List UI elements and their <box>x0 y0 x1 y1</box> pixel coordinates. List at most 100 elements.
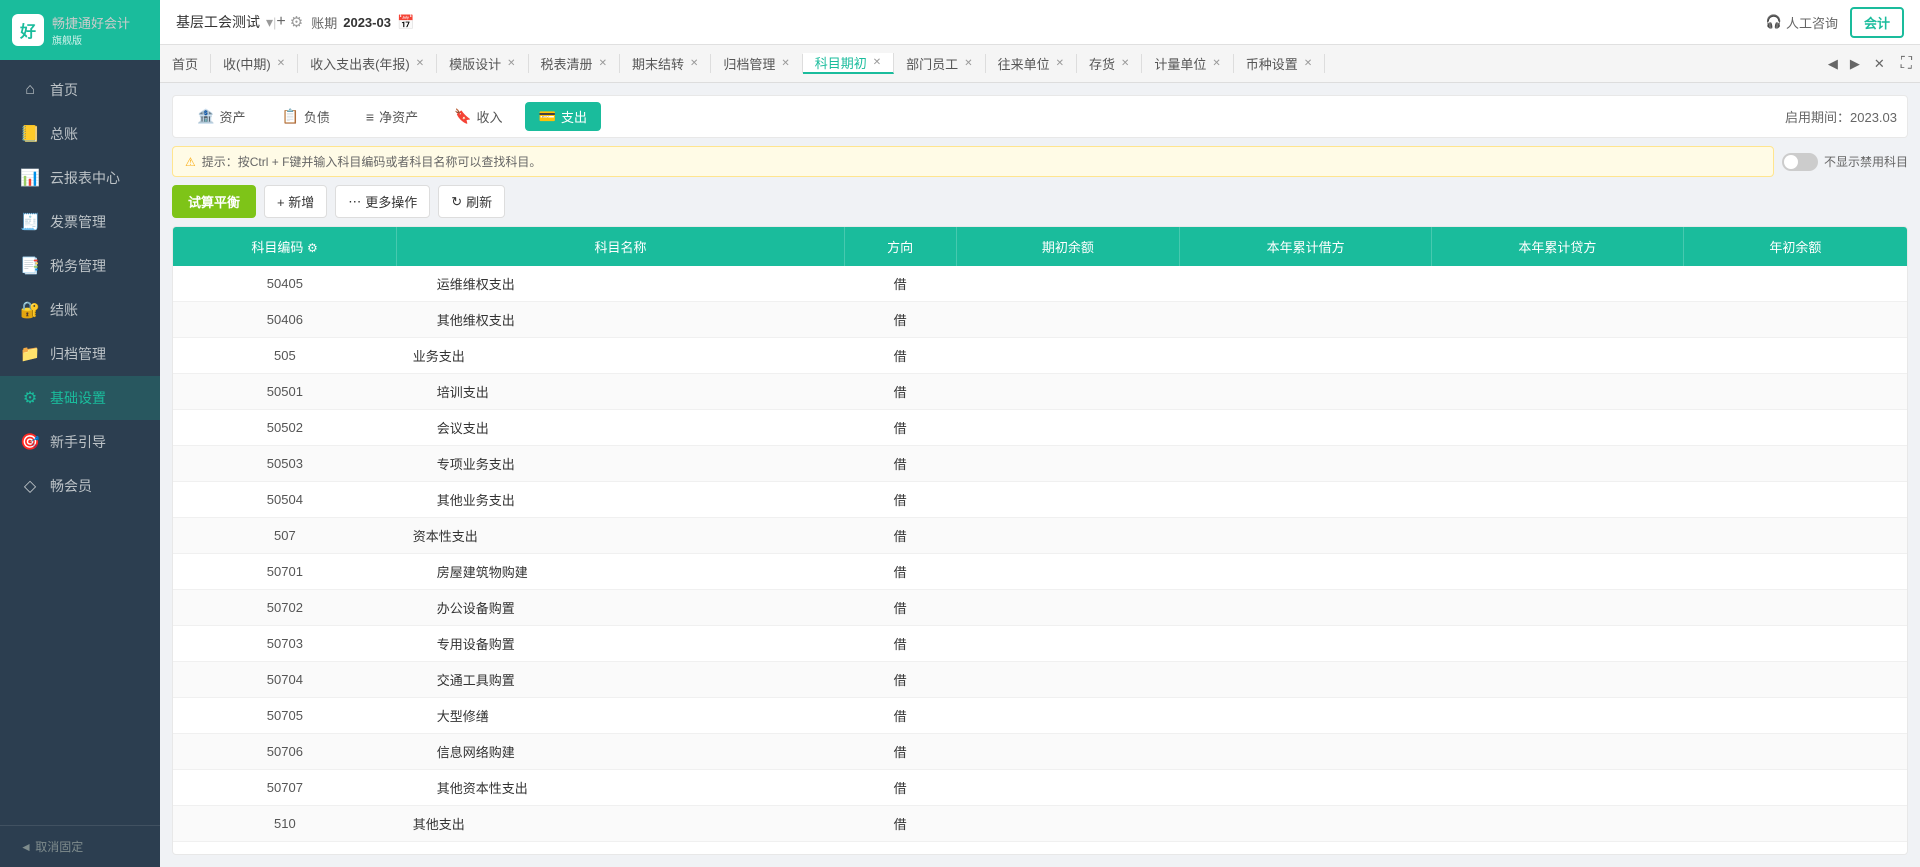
tab-label-unit: 计量单位 <box>1154 54 1206 73</box>
tab-currency[interactable]: 币种设置✕ <box>1234 54 1325 73</box>
cell-name: 会议支出 <box>397 410 844 446</box>
table-scroll-area[interactable]: 50405运维维权支出借50406其他维权支出借505业务支出借50501培训支… <box>173 266 1907 854</box>
sidebar-item-guide[interactable]: 🎯新手引导 <box>0 420 160 464</box>
tab-prev-btn[interactable]: ◀ <box>1822 56 1844 72</box>
tab-inventory[interactable]: 存货 ✕ <box>1077 54 1142 73</box>
cell-name: 办公设备购置 <box>397 590 844 626</box>
table-header: 科目编码 ⚙科目名称方向期初余额本年累计借方本年累计贷方年初余额 <box>173 227 1907 266</box>
cell-credit <box>1432 302 1684 338</box>
cell-period-balance <box>956 518 1180 554</box>
tab-home[interactable]: 首页 <box>160 54 211 73</box>
table-row[interactable]: 50705大型修缮借 <box>173 698 1907 734</box>
sidebar-label-tax: 税务管理 <box>50 256 106 276</box>
add-button[interactable]: + 新增 <box>264 185 327 218</box>
tab-label-template: 模版设计 <box>449 54 501 73</box>
cell-period-balance <box>956 374 1180 410</box>
cell-period-balance <box>956 554 1180 590</box>
balance-button[interactable]: 试算平衡 <box>172 185 256 218</box>
sidebar-item-home[interactable]: ⌂首页 <box>0 68 160 112</box>
toolbar-right: 不显示禁用科目 <box>1782 153 1908 171</box>
table-row[interactable]: 50701房屋建筑物购建借 <box>173 554 1907 590</box>
nav-icon-guide: 🎯 <box>20 432 40 452</box>
sidebar-item-closing[interactable]: 🔐结账 <box>0 288 160 332</box>
tab-close-dept[interactable]: ✕ <box>964 58 972 69</box>
sidebar-item-tax[interactable]: 📑税务管理 <box>0 244 160 288</box>
table-row[interactable]: 50707其他资本性支出借 <box>173 770 1907 806</box>
table-row[interactable]: 505业务支出借 <box>173 338 1907 374</box>
tab-subject_init[interactable]: 科目期初✕ <box>803 53 894 74</box>
sidebar-collapse-btn[interactable]: ◄ 取消固定 <box>0 825 160 867</box>
tab-archive[interactable]: 归档管理✕ <box>711 54 802 73</box>
table-row[interactable]: 50702办公设备购置借 <box>173 590 1907 626</box>
table-row[interactable]: 50406其他维权支出借 <box>173 302 1907 338</box>
sidebar-item-member[interactable]: ◇畅会员 <box>0 464 160 508</box>
tab-close-currency[interactable]: ✕ <box>1304 58 1312 69</box>
tab-dept[interactable]: 部门员工✕ <box>894 54 985 73</box>
tab-close-tax[interactable]: ✕ <box>599 58 607 69</box>
tab-close-income[interactable]: ✕ <box>416 58 424 69</box>
expand-tabs-btn[interactable]: ⛶ <box>1893 45 1920 82</box>
account-button[interactable]: 会计 <box>1850 7 1904 38</box>
add-company-btn[interactable]: + <box>276 13 285 31</box>
table-row[interactable]: 50504其他业务支出借 <box>173 482 1907 518</box>
cell-code: 510 <box>173 806 397 842</box>
subtab-expenditure[interactable]: 💳支出 <box>525 102 601 131</box>
tab-close-interim[interactable]: ✕ <box>277 58 285 69</box>
table-row[interactable]: 510其他支出借 <box>173 806 1907 842</box>
table-row[interactable]: 50405运维维权支出借 <box>173 266 1907 302</box>
table-row[interactable]: 50503专项业务支出借 <box>173 446 1907 482</box>
sidebar-item-ledger[interactable]: 📒总账 <box>0 112 160 156</box>
tab-label-inventory: 存货 <box>1089 54 1115 73</box>
tab-close-subject_init[interactable]: ✕ <box>873 57 881 68</box>
table-row[interactable]: 50703专用设备购置借 <box>173 626 1907 662</box>
logo-title: 畅捷通好会计 <box>52 13 130 32</box>
tab-period_end[interactable]: 期末结转✕ <box>620 54 711 73</box>
support-btn[interactable]: 🎧 人工咨询 <box>1766 13 1838 32</box>
company-name[interactable]: 基层工会测试 ▾ <box>176 12 273 32</box>
cell-credit <box>1432 338 1684 374</box>
sidebar-item-settings[interactable]: ⚙基础设置 <box>0 376 160 420</box>
tab-close-template[interactable]: ✕ <box>507 58 515 69</box>
settings-icon[interactable]: ⚙ <box>307 241 318 255</box>
subtab-net_asset[interactable]: ≡净资产 <box>352 102 432 131</box>
cell-direction: 借 <box>844 410 956 446</box>
tab-close-inventory[interactable]: ✕ <box>1121 58 1129 69</box>
table-row[interactable]: 50706信息网络购建借 <box>173 734 1907 770</box>
more-button[interactable]: ⋯ 更多操作 <box>335 185 430 218</box>
table-row[interactable]: 507资本性支出借 <box>173 518 1907 554</box>
toggle-control[interactable] <box>1782 153 1818 171</box>
table-row[interactable]: 50704交通工具购置借 <box>173 662 1907 698</box>
sidebar-label-report: 云报表中心 <box>50 168 120 188</box>
tab-close-unit[interactable]: ✕ <box>1212 58 1220 69</box>
tab-income[interactable]: 收入支出表(年报)✕ <box>298 54 437 73</box>
tab-tax[interactable]: 税表清册✕ <box>529 54 620 73</box>
cell-credit <box>1432 770 1684 806</box>
sidebar-nav: ⌂首页📒总账📊云报表中心🧾发票管理📑税务管理🔐结账📁归档管理⚙基础设置🎯新手引导… <box>0 60 160 825</box>
toggle-disabled-subjects[interactable]: 不显示禁用科目 <box>1782 153 1908 171</box>
sidebar-item-invoice[interactable]: 🧾发票管理 <box>0 200 160 244</box>
col-header-1: 科目名称 <box>397 227 844 266</box>
subtab-income[interactable]: 🔖收入 <box>440 102 516 131</box>
calendar-icon[interactable]: 📅 <box>397 14 414 31</box>
tab-counterpart[interactable]: 往来单位✕ <box>986 54 1077 73</box>
table-row[interactable]: 50501培训支出借 <box>173 374 1907 410</box>
tab-close-archive[interactable]: ✕ <box>781 58 789 69</box>
table-row[interactable]: 50502会议支出借 <box>173 410 1907 446</box>
sidebar-item-report[interactable]: 📊云报表中心 <box>0 156 160 200</box>
logo-area: 好 畅捷通好会计 旗舰版 <box>0 0 160 60</box>
company-dropdown-icon[interactable]: ▾ <box>266 14 273 31</box>
tab-interim[interactable]: 收(中期)✕ <box>211 54 298 73</box>
tab-next-btn[interactable]: ▶ <box>1844 56 1866 72</box>
subtab-asset[interactable]: 🏦资产 <box>183 102 259 131</box>
tab-close-period_end[interactable]: ✕ <box>690 58 698 69</box>
sidebar: 好 畅捷通好会计 旗舰版 ⌂首页📒总账📊云报表中心🧾发票管理📑税务管理🔐结账📁归… <box>0 0 160 867</box>
subtab-label-asset: 资产 <box>219 107 245 126</box>
refresh-button[interactable]: ↻ 刷新 <box>438 185 505 218</box>
tab-template[interactable]: 模版设计 ✕ <box>437 54 528 73</box>
close-all-tabs-btn[interactable]: ✕ <box>1866 45 1893 82</box>
tab-close-counterpart[interactable]: ✕ <box>1056 58 1064 69</box>
sidebar-item-archive[interactable]: 📁归档管理 <box>0 332 160 376</box>
subtab-liability[interactable]: 📋负债 <box>267 102 343 131</box>
tab-unit[interactable]: 计量单位 ✕ <box>1142 54 1233 73</box>
topbar-settings-icon[interactable]: ⚙ <box>290 13 303 31</box>
